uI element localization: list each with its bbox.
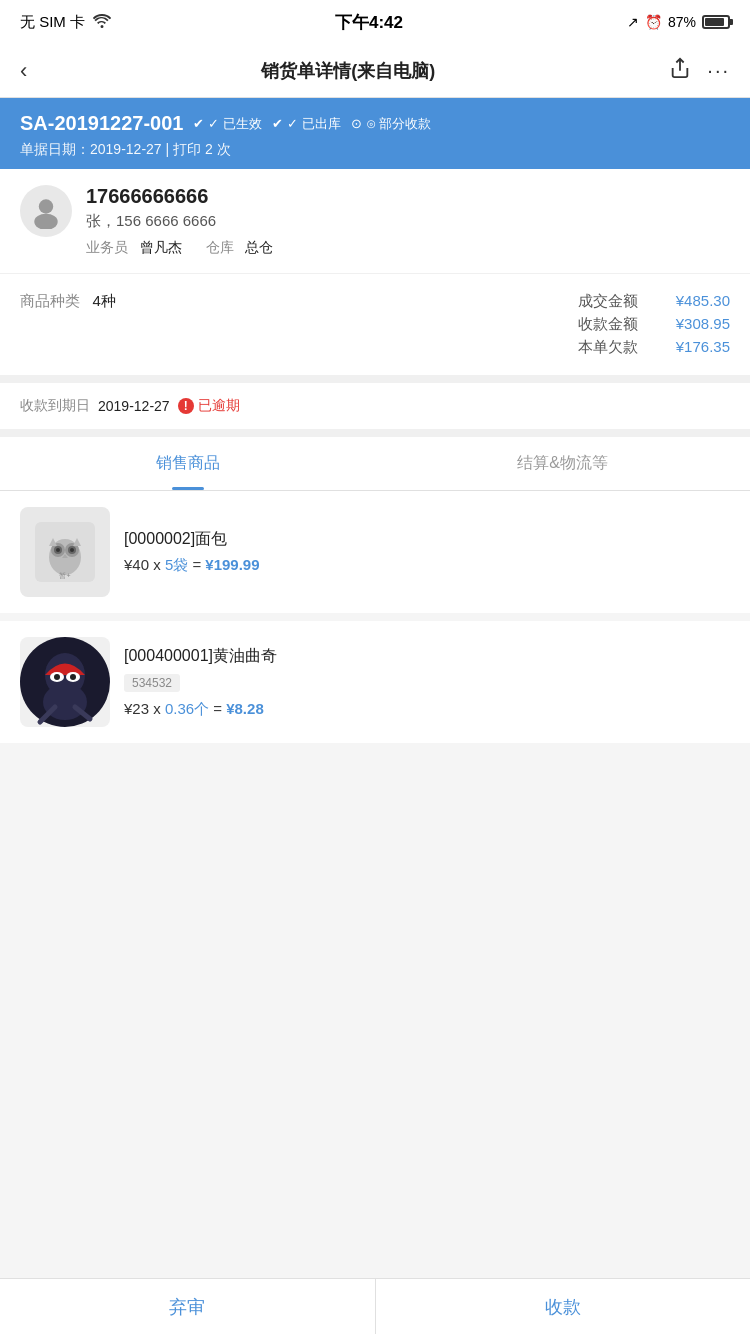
battery-percent: 87% xyxy=(668,14,696,30)
salesman-label: 业务员 xyxy=(86,239,128,255)
bottom-actions: 弃审 收款 xyxy=(0,1278,750,1334)
received-row: 收款金额 ¥308.95 xyxy=(578,315,730,334)
customer-section: 17666666666 张，156 6666 6666 业务员 曾凡杰 仓库 总… xyxy=(0,169,750,274)
product-types-value: 4种 xyxy=(93,292,116,309)
received-label: 收款金额 xyxy=(578,315,638,334)
nav-actions: ··· xyxy=(669,57,730,84)
share-icon[interactable] xyxy=(669,57,691,84)
price-total-1: ¥199.99 xyxy=(205,556,259,573)
badge-delivered: ✔ ✓ 已出库 xyxy=(272,115,341,133)
tab-sales[interactable]: 销售商品 xyxy=(0,437,375,490)
due-date-value: 2019-12-27 xyxy=(98,398,170,414)
customer-name: 张，156 6666 6666 xyxy=(86,212,730,231)
product-thumb-1: 暂+ xyxy=(20,507,110,597)
check-icon-2: ✔ xyxy=(272,116,283,131)
customer-avatar xyxy=(20,185,72,237)
price-base-2: ¥23 xyxy=(124,700,149,717)
tabs-section: 销售商品 结算&物流等 xyxy=(0,437,750,491)
amounts: 成交金额 ¥485.30 收款金额 ¥308.95 本单欠款 ¥176.35 xyxy=(578,292,730,357)
svg-point-1 xyxy=(34,214,57,229)
product-item-2: [000400001]黄油曲奇 534532 ¥23 x 0.36个 = ¥8.… xyxy=(0,621,750,743)
owed-value: ¥176.35 xyxy=(650,338,730,357)
tab-settlement[interactable]: 结算&物流等 xyxy=(375,437,750,490)
check-icon-1: ✔ xyxy=(193,116,204,131)
product-item: 暂+ [0000002]面包 ¥40 x 5袋 = ¥199.99 xyxy=(0,491,750,613)
warehouse-info: 仓库 总仓 xyxy=(206,239,274,257)
overdue-icon: ! xyxy=(178,398,194,414)
product-placeholder-1: 暂+ xyxy=(20,507,110,597)
back-button[interactable]: ‹ xyxy=(20,58,27,84)
price-total-2: ¥8.28 xyxy=(226,700,264,717)
customer-meta: 业务员 曾凡杰 仓库 总仓 xyxy=(86,239,730,257)
product-thumb-2 xyxy=(20,637,110,727)
product-types-label: 商品种类 xyxy=(20,292,80,309)
product-types: 商品种类 4种 xyxy=(20,292,116,311)
status-time: 下午4:42 xyxy=(335,11,403,34)
product-list: 暂+ [0000002]面包 ¥40 x 5袋 = ¥199.99 xyxy=(0,491,750,743)
due-date-label: 收款到期日 xyxy=(20,397,90,415)
overdue-badge: ! 已逾期 xyxy=(178,397,240,415)
deal-amount-row: 成交金额 ¥485.30 xyxy=(578,292,730,311)
salesman-info: 业务员 曾凡杰 xyxy=(86,239,182,257)
reject-button[interactable]: 弃审 xyxy=(0,1279,376,1334)
svg-text:暂+: 暂+ xyxy=(59,572,70,579)
product-info-1: [0000002]面包 ¥40 x 5袋 = ¥199.99 xyxy=(124,529,730,575)
header-banner: SA-20191227-001 ✔ ✓ 已生效 ✔ ✓ 已出库 ⊙ ⊙ 部分收款… xyxy=(0,98,750,169)
customer-id: 17666666666 xyxy=(86,185,730,208)
product-tag-2: 534532 xyxy=(124,674,180,692)
salesman-value: 曾凡杰 xyxy=(140,239,182,255)
owed-row: 本单欠款 ¥176.35 xyxy=(578,338,730,357)
alarm-icon: ⏰ xyxy=(645,14,662,30)
price-qty-1: 5袋 xyxy=(165,556,188,573)
wifi-icon xyxy=(93,14,111,31)
received-value: ¥308.95 xyxy=(650,315,730,334)
more-icon[interactable]: ··· xyxy=(707,59,730,82)
warehouse-value: 总仓 xyxy=(245,239,273,255)
product-name-2: [000400001]黄油曲奇 xyxy=(124,646,730,667)
badge-effective: ✔ ✓ 已生效 xyxy=(193,115,262,133)
product-price-1: ¥40 x 5袋 = ¥199.99 xyxy=(124,556,730,575)
svg-point-8 xyxy=(56,548,60,552)
deal-amount-value: ¥485.30 xyxy=(650,292,730,311)
product-info-2: [000400001]黄油曲奇 534532 ¥23 x 0.36个 = ¥8.… xyxy=(124,646,730,719)
overdue-label: 已逾期 xyxy=(198,397,240,415)
price-qty-2: 0.36个 xyxy=(165,700,209,717)
status-left: 无 SIM 卡 xyxy=(20,13,111,32)
owed-label: 本单欠款 xyxy=(578,338,638,357)
location-icon: ↗ xyxy=(627,14,639,30)
svg-point-18 xyxy=(54,674,60,680)
price-base-1: ¥40 xyxy=(124,556,149,573)
badge-partial: ⊙ ⊙ 部分收款 xyxy=(351,115,432,133)
carrier-text: 无 SIM 卡 xyxy=(20,13,85,32)
svg-point-0 xyxy=(39,199,53,213)
status-right: ↗ ⏰ 87% xyxy=(627,14,730,30)
svg-point-19 xyxy=(70,674,76,680)
product-name-1: [0000002]面包 xyxy=(124,529,730,550)
warehouse-label: 仓库 xyxy=(206,239,234,255)
customer-info: 17666666666 张，156 6666 6666 业务员 曾凡杰 仓库 总… xyxy=(86,185,730,257)
page-title: 销货单详情(来自电脑) xyxy=(261,59,435,83)
due-date-section: 收款到期日 2019-12-27 ! 已逾期 xyxy=(0,383,750,437)
svg-point-9 xyxy=(70,548,74,552)
stats-section: 商品种类 4种 成交金额 ¥485.30 收款金额 ¥308.95 本单欠款 ¥… xyxy=(0,274,750,383)
battery-icon xyxy=(702,15,730,29)
status-bar: 无 SIM 卡 下午4:42 ↗ ⏰ 87% xyxy=(0,0,750,44)
banner-top: SA-20191227-001 ✔ ✓ 已生效 ✔ ✓ 已出库 ⊙ ⊙ 部分收款 xyxy=(20,112,730,135)
collect-button[interactable]: 收款 xyxy=(376,1279,751,1334)
product-price-2: ¥23 x 0.36个 = ¥8.28 xyxy=(124,700,730,719)
clock-icon: ⊙ xyxy=(351,116,362,131)
deal-amount-label: 成交金额 xyxy=(578,292,638,311)
order-id: SA-20191227-001 xyxy=(20,112,183,135)
order-date: 单据日期：2019-12-27 | 打印 2 次 xyxy=(20,141,730,159)
nav-bar: ‹ 销货单详情(来自电脑) ··· xyxy=(0,44,750,98)
